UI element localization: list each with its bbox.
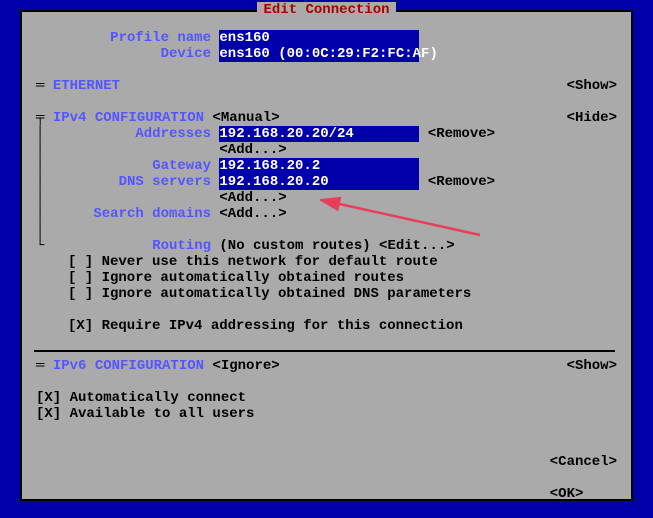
ethernet-section: ETHERNET [53, 78, 120, 94]
section-marker: ╤ [36, 110, 53, 126]
address-remove-button[interactable]: <Remove> [428, 126, 495, 142]
ethernet-toggle[interactable]: <Show> [567, 78, 617, 94]
profile-name-label: Profile name [36, 30, 211, 46]
tree-line: │││││││└ [36, 126, 44, 254]
ok-button[interactable]: <OK> [550, 486, 584, 502]
routing-value: (No custom routes) [219, 238, 370, 254]
device-label: Device [36, 46, 211, 62]
cancel-button[interactable]: <Cancel> [550, 454, 617, 470]
never-default-route-checkbox[interactable]: [ ] Never use this network for default r… [68, 254, 438, 270]
addresses-label: Addresses [36, 126, 211, 142]
routing-label: Routing [36, 238, 211, 254]
gateway-field[interactable]: 192.168.20.2 [219, 158, 419, 174]
divider [34, 350, 615, 352]
profile-name-field[interactable]: ens160 [219, 30, 419, 46]
dns-field[interactable]: 192.168.20.20 [219, 174, 419, 190]
ipv4-mode[interactable]: <Manual> [212, 110, 279, 126]
search-domains-label: Search domains [36, 206, 211, 222]
routing-edit-button[interactable]: <Edit...> [379, 238, 455, 254]
dns-add-button[interactable]: <Add...> [219, 190, 286, 206]
gateway-label: Gateway [36, 158, 211, 174]
ipv4-toggle[interactable]: <Hide> [567, 110, 617, 126]
dialog-content: Profile name ens160 Device ens160 (00:0C… [36, 30, 617, 489]
dns-remove-button[interactable]: <Remove> [428, 174, 495, 190]
available-all-users-checkbox[interactable]: [X] Available to all users [36, 406, 254, 422]
address-add-button[interactable]: <Add...> [219, 142, 286, 158]
dns-label: DNS servers [36, 174, 211, 190]
section-marker: ═ [36, 358, 53, 374]
ipv6-toggle[interactable]: <Show> [567, 358, 617, 374]
address-field[interactable]: 192.168.20.20/24 [219, 126, 419, 142]
ipv4-section: IPv4 CONFIGURATION [53, 110, 204, 126]
ipv6-section: IPv6 CONFIGURATION [53, 358, 204, 374]
ignore-routes-checkbox[interactable]: [ ] Ignore automatically obtained routes [68, 270, 404, 286]
section-marker: ═ [36, 78, 53, 94]
auto-connect-checkbox[interactable]: [X] Automatically connect [36, 390, 246, 406]
ignore-dns-checkbox[interactable]: [ ] Ignore automatically obtained DNS pa… [68, 286, 471, 302]
device-field[interactable]: ens160 (00:0C:29:F2:FC:AF) [219, 46, 419, 62]
dialog-frame: Edit Connection Profile name ens160 Devi… [20, 10, 633, 501]
ipv6-mode[interactable]: <Ignore> [212, 358, 279, 374]
require-ipv4-checkbox[interactable]: [X] Require IPv4 addressing for this con… [68, 318, 463, 334]
search-add-button[interactable]: <Add...> [219, 206, 286, 222]
dialog-title: Edit Connection [257, 2, 395, 18]
